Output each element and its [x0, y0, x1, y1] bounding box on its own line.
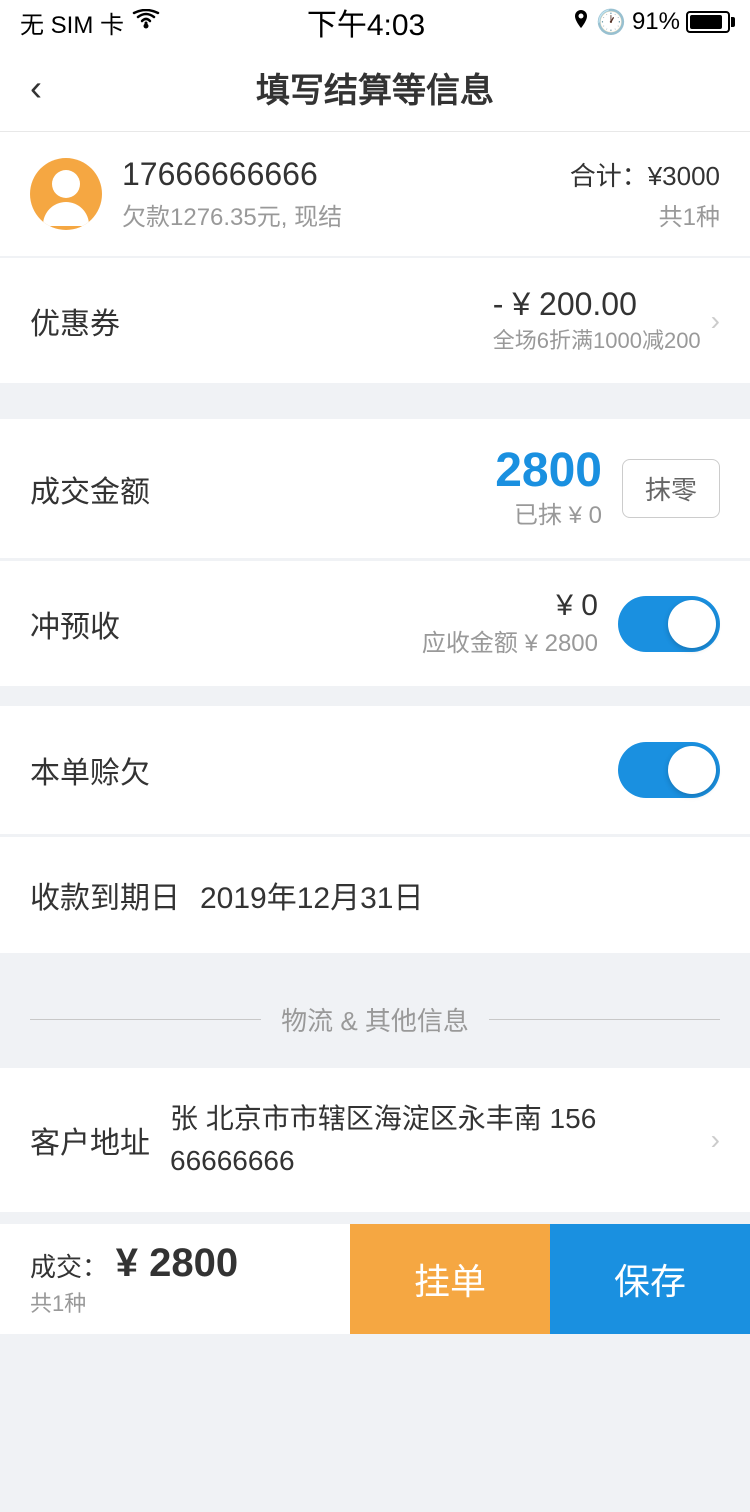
divider-3 — [0, 953, 750, 971]
battery-icon — [686, 11, 730, 33]
amount-section: 成交金额 2800 已抹 ¥ 0 抹零 — [0, 419, 750, 558]
address-row[interactable]: 客户地址 张 北京市市辖区海淀区永丰南 156 66666666 › — [0, 1068, 750, 1212]
prepay-label: 冲预收 — [30, 602, 120, 646]
total-label: 合计：¥3000 — [570, 156, 720, 193]
wifi-icon — [132, 8, 160, 36]
section-header: 物流 & 其他信息 — [0, 971, 750, 1068]
sim-label: 无 SIM 卡 — [20, 5, 124, 40]
prepay-right: ¥ 0 应收金额 ¥ 2800 — [422, 589, 720, 658]
divider-1 — [0, 401, 750, 419]
address-value: 张 北京市市辖区海淀区永丰南 156 66666666 — [170, 1098, 691, 1182]
user-sub: 欠款1276.35元, 现结 — [122, 197, 342, 232]
user-phone: 17666666666 — [122, 156, 342, 193]
location-icon — [572, 8, 590, 37]
hold-button[interactable]: 挂单 — [350, 1224, 550, 1334]
divider-2 — [0, 688, 750, 706]
bottom-total-label: 成交： — [30, 1252, 108, 1282]
due-date-label: 收款到期日 — [30, 873, 180, 917]
prepay-sub: 应收金额 ¥ 2800 — [422, 623, 598, 658]
prepay-row: 冲预收 ¥ 0 应收金额 ¥ 2800 — [0, 561, 750, 686]
coupon-right: - ¥ 200.00 全场6折满1000减200 › — [493, 286, 720, 355]
this-order-label: 本单赊欠 — [30, 748, 150, 792]
bottom-count: 共1种 — [30, 1286, 320, 1318]
amount-sub: 已抹 ¥ 0 — [495, 495, 602, 530]
due-date-value: 2019年12月31日 — [200, 873, 423, 917]
page-title: 填写结算等信息 — [256, 63, 494, 112]
address-chevron-icon: › — [711, 1124, 720, 1156]
prepay-toggle-knob — [668, 600, 716, 648]
status-right: 🕐 91% — [572, 8, 730, 37]
section-line-right — [489, 1019, 720, 1020]
amount-right: 2800 已抹 ¥ 0 抹零 — [495, 447, 720, 530]
section-line-left — [30, 1019, 261, 1020]
prepay-amount: ¥ 0 应收金额 ¥ 2800 — [422, 589, 598, 658]
nav-bar: ‹ 填写结算等信息 — [0, 44, 750, 132]
battery-label: 91% — [632, 8, 680, 36]
prepay-toggle[interactable] — [618, 596, 720, 652]
coupon-chevron-icon: › — [711, 305, 720, 337]
this-order-toggle[interactable] — [618, 742, 720, 798]
amount-row: 成交金额 2800 已抹 ¥ 0 抹零 — [0, 419, 750, 558]
hold-button-label: 挂单 — [414, 1253, 486, 1305]
bottom-total-value: ¥ 2800 — [116, 1241, 238, 1285]
this-order-row: 本单赊欠 — [0, 706, 750, 834]
user-left: 17666666666 欠款1276.35元, 现结 — [30, 156, 342, 232]
round-button[interactable]: 抹零 — [622, 459, 720, 518]
bottom-bar: 成交： ¥ 2800 共1种 挂单 保存 — [0, 1224, 750, 1334]
coupon-row[interactable]: 优惠券 - ¥ 200.00 全场6折满1000减200 › — [0, 258, 750, 383]
amount-label: 成交金额 — [30, 467, 150, 511]
alarm-icon: 🕐 — [596, 8, 626, 37]
address-label: 客户地址 — [30, 1118, 150, 1162]
avatar — [30, 158, 102, 230]
prepay-value: ¥ 0 — [422, 589, 598, 623]
status-bar: 无 SIM 卡 下午4:03 🕐 91% — [0, 0, 750, 44]
user-card: 17666666666 欠款1276.35元, 现结 合计：¥3000 共1种 — [0, 132, 750, 256]
user-right: 合计：¥3000 共1种 — [570, 156, 720, 232]
coupon-discount: - ¥ 200.00 — [493, 286, 701, 323]
bottom-summary: 成交： ¥ 2800 共1种 — [0, 1241, 350, 1318]
section-title: 物流 & 其他信息 — [281, 1001, 469, 1038]
coupon-subtext: 全场6折满1000减200 — [493, 323, 701, 355]
status-time: 下午4:03 — [307, 0, 425, 44]
user-info: 17666666666 欠款1276.35元, 现结 — [122, 156, 342, 232]
due-date-row: 收款到期日 2019年12月31日 — [0, 837, 750, 953]
amount-value: 2800 — [495, 447, 602, 495]
total-count: 共1种 — [570, 197, 720, 232]
save-button-label: 保存 — [614, 1253, 686, 1305]
coupon-label: 优惠券 — [30, 299, 120, 343]
avatar-person — [43, 162, 89, 226]
back-button[interactable]: ‹ — [30, 67, 42, 109]
this-order-toggle-knob — [668, 746, 716, 794]
status-left: 无 SIM 卡 — [20, 5, 160, 40]
bottom-total-line: 成交： ¥ 2800 — [30, 1241, 320, 1286]
save-button[interactable]: 保存 — [550, 1224, 750, 1334]
